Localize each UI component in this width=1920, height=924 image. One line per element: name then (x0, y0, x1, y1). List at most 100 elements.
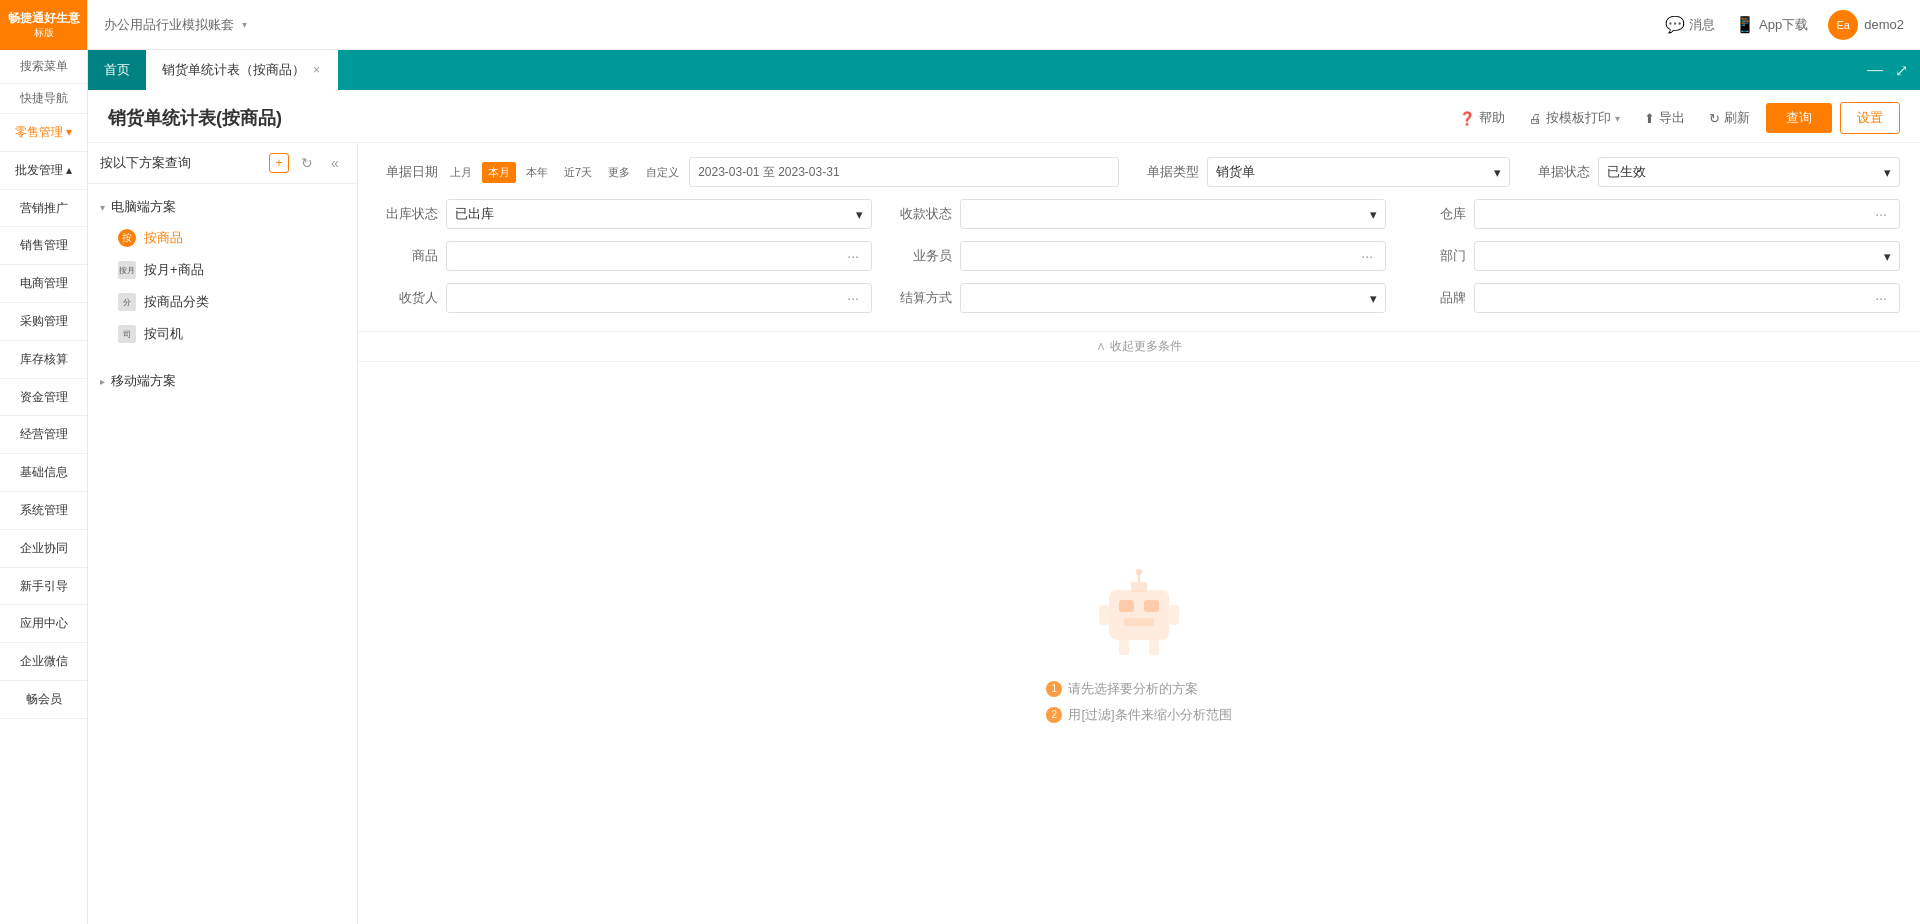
department-field: 部门 ▾ (1406, 241, 1900, 271)
out-status-select[interactable]: 已出库 ▾ (446, 199, 872, 229)
settlement-select[interactable]: ▾ (960, 283, 1386, 313)
empty-tips: 1 请先选择要分析的方案 2 用[过滤]条件来缩小分析范围 (1046, 676, 1231, 728)
recipient-ellipsis[interactable]: ··· (843, 290, 863, 306)
search-menu-item[interactable]: 搜索菜单 (0, 50, 87, 84)
sidebar-item-ecommerce[interactable]: 电商管理 (0, 265, 87, 303)
date-btn-this-month[interactable]: 本月 (482, 162, 516, 183)
settings-button[interactable]: 设置 (1840, 102, 1900, 134)
sidebar-item-member[interactable]: 畅会员 (0, 681, 87, 719)
scheme-by-month-goods[interactable]: 按月 按月+商品 (88, 254, 357, 286)
add-scheme-button[interactable]: + (269, 153, 289, 173)
message-icon: 💬 (1665, 15, 1685, 34)
collection-status-select[interactable]: ▾ (960, 199, 1386, 229)
scheme-by-driver[interactable]: 司 按司机 (88, 318, 357, 350)
refresh-button[interactable]: ↻ 刷新 (1701, 105, 1758, 131)
doc-type-dropdown-icon: ▾ (1494, 165, 1501, 180)
collection-status-field: 收款状态 ▾ (892, 199, 1386, 229)
scheme-by-month-goods-icon: 按月 (118, 261, 136, 279)
out-status-field: 出库状态 已出库 ▾ (378, 199, 872, 229)
scheme-by-category[interactable]: 分 按商品分类 (88, 286, 357, 318)
goods-input[interactable]: ··· (446, 241, 872, 271)
svg-rect-8 (1169, 605, 1179, 625)
query-button[interactable]: 查询 (1766, 103, 1832, 133)
quick-nav-item[interactable]: 快捷导航 (0, 84, 87, 114)
salesman-input[interactable]: ··· (960, 241, 1386, 271)
date-range-input[interactable]: 2023-03-01 至 2023-03-31 (689, 157, 1119, 187)
tab-home[interactable]: 首页 (88, 50, 146, 90)
industry-selector[interactable]: 办公用品行业模拟账套 ▾ (104, 16, 247, 34)
mobile-scheme-header[interactable]: ▸ 移动端方案 (88, 366, 357, 396)
page-actions: ❓ 帮助 🖨 按模板打印 ▾ ⬆ 导出 ↻ 刷新 (1451, 102, 1900, 134)
sidebar-item-purchase[interactable]: 采购管理 (0, 303, 87, 341)
date-btn-more[interactable]: 更多 (602, 162, 636, 183)
department-select[interactable]: ▾ (1474, 241, 1900, 271)
print-dropdown-icon[interactable]: ▾ (1615, 113, 1620, 124)
out-status-dropdown-icon: ▾ (856, 207, 863, 222)
tab-minimize-btn[interactable]: — (1867, 61, 1883, 79)
filter-sidebar: 按以下方案查询 + ↻ « ▾ 电脑端方案 (88, 143, 358, 924)
recipient-input[interactable]: ··· (446, 283, 872, 313)
department-label: 部门 (1406, 247, 1466, 265)
sidebar-item-inventory[interactable]: 库存核算 (0, 341, 87, 379)
warehouse-input[interactable]: ··· (1474, 199, 1900, 229)
date-btn-last-month[interactable]: 上月 (444, 162, 478, 183)
salesman-ellipsis[interactable]: ··· (1357, 248, 1377, 264)
goods-label: 商品 (378, 247, 438, 265)
sidebar-item-wechat[interactable]: 企业微信 (0, 643, 87, 681)
sidebar-item-wholesale[interactable]: 批发管理 ▴ (0, 152, 87, 190)
doc-type-field: 单据类型 销货单 ▾ (1139, 157, 1510, 187)
sidebar-item-sales[interactable]: 销售管理 (0, 227, 87, 265)
sidebar-item-marketing[interactable]: 营销推广 (0, 190, 87, 228)
print-label: 按模板打印 (1546, 109, 1611, 127)
svg-rect-2 (1144, 600, 1159, 612)
filter-row-1: 单据日期 上月 本月 本年 近7天 更多 自定义 2023-03-01 至 20… (378, 157, 1900, 187)
sidebar-item-finance[interactable]: 资金管理 (0, 379, 87, 417)
empty-tip-2: 2 用[过滤]条件来缩小分析范围 (1046, 702, 1231, 728)
empty-state-icon (1089, 560, 1189, 660)
sidebar-item-app-center[interactable]: 应用中心 (0, 605, 87, 643)
collapse-bar[interactable]: ∧ 收起更多条件 (358, 332, 1920, 362)
doc-type-value: 销货单 (1216, 163, 1255, 181)
sidebar-item-enterprise[interactable]: 企业协同 (0, 530, 87, 568)
filter-form: 单据日期 上月 本月 本年 近7天 更多 自定义 2023-03-01 至 20… (358, 143, 1920, 332)
help-button[interactable]: ❓ 帮助 (1451, 105, 1513, 131)
export-button[interactable]: ⬆ 导出 (1636, 105, 1693, 131)
tab-close-icon[interactable]: × (311, 63, 322, 77)
app-logo-version: 标版 (8, 26, 80, 39)
scheme-by-category-label: 按商品分类 (144, 293, 209, 311)
message-button[interactable]: 💬 消息 (1665, 15, 1715, 34)
top-header: 办公用品行业模拟账套 ▾ 💬 消息 📱 App下载 Ea demo2 (88, 0, 1920, 50)
print-button[interactable]: 🖨 按模板打印 ▾ (1521, 105, 1628, 131)
scheme-by-goods[interactable]: 按 按商品 (88, 222, 357, 254)
goods-ellipsis[interactable]: ··· (843, 248, 863, 264)
brand-input[interactable]: ··· (1474, 283, 1900, 313)
sidebar-item-operations[interactable]: 经营管理 (0, 416, 87, 454)
scheme-by-driver-label: 按司机 (144, 325, 183, 343)
doc-status-select[interactable]: 已生效 ▾ (1598, 157, 1901, 187)
warehouse-field: 仓库 ··· (1406, 199, 1900, 229)
desktop-scheme-header[interactable]: ▾ 电脑端方案 (88, 192, 357, 222)
recipient-field: 收货人 ··· (378, 283, 872, 313)
date-btn-7days[interactable]: 近7天 (558, 162, 598, 183)
doc-type-select[interactable]: 销货单 ▾ (1207, 157, 1510, 187)
user-profile[interactable]: Ea demo2 (1828, 10, 1904, 40)
tab-report-label: 销货单统计表（按商品） (162, 61, 305, 79)
tab-report[interactable]: 销货单统计表（按商品） × (146, 50, 338, 90)
mobile-scheme-label: 移动端方案 (111, 372, 176, 390)
mobile-scheme-group: ▸ 移动端方案 (88, 358, 357, 404)
collapse-sidebar-button[interactable]: « (325, 153, 345, 173)
warehouse-ellipsis[interactable]: ··· (1871, 206, 1891, 222)
content-area: 销货单统计表(按商品) ❓ 帮助 🖨 按模板打印 ▾ ⬆ 导出 (88, 90, 1920, 924)
collection-status-label: 收款状态 (892, 205, 952, 223)
app-download-button[interactable]: 📱 App下载 (1735, 15, 1808, 34)
refresh-scheme-button[interactable]: ↻ (297, 153, 317, 173)
sidebar-item-basic[interactable]: 基础信息 (0, 454, 87, 492)
sidebar-item-guide[interactable]: 新手引导 (0, 568, 87, 606)
sidebar-item-retail[interactable]: 零售管理 ▾ (0, 114, 87, 152)
tab-home-label: 首页 (104, 61, 130, 79)
brand-ellipsis[interactable]: ··· (1871, 290, 1891, 306)
tab-maximize-btn[interactable]: ⤢ (1895, 61, 1908, 80)
date-btn-this-year[interactable]: 本年 (520, 162, 554, 183)
sidebar-item-system[interactable]: 系统管理 (0, 492, 87, 530)
date-btn-custom[interactable]: 自定义 (640, 162, 685, 183)
